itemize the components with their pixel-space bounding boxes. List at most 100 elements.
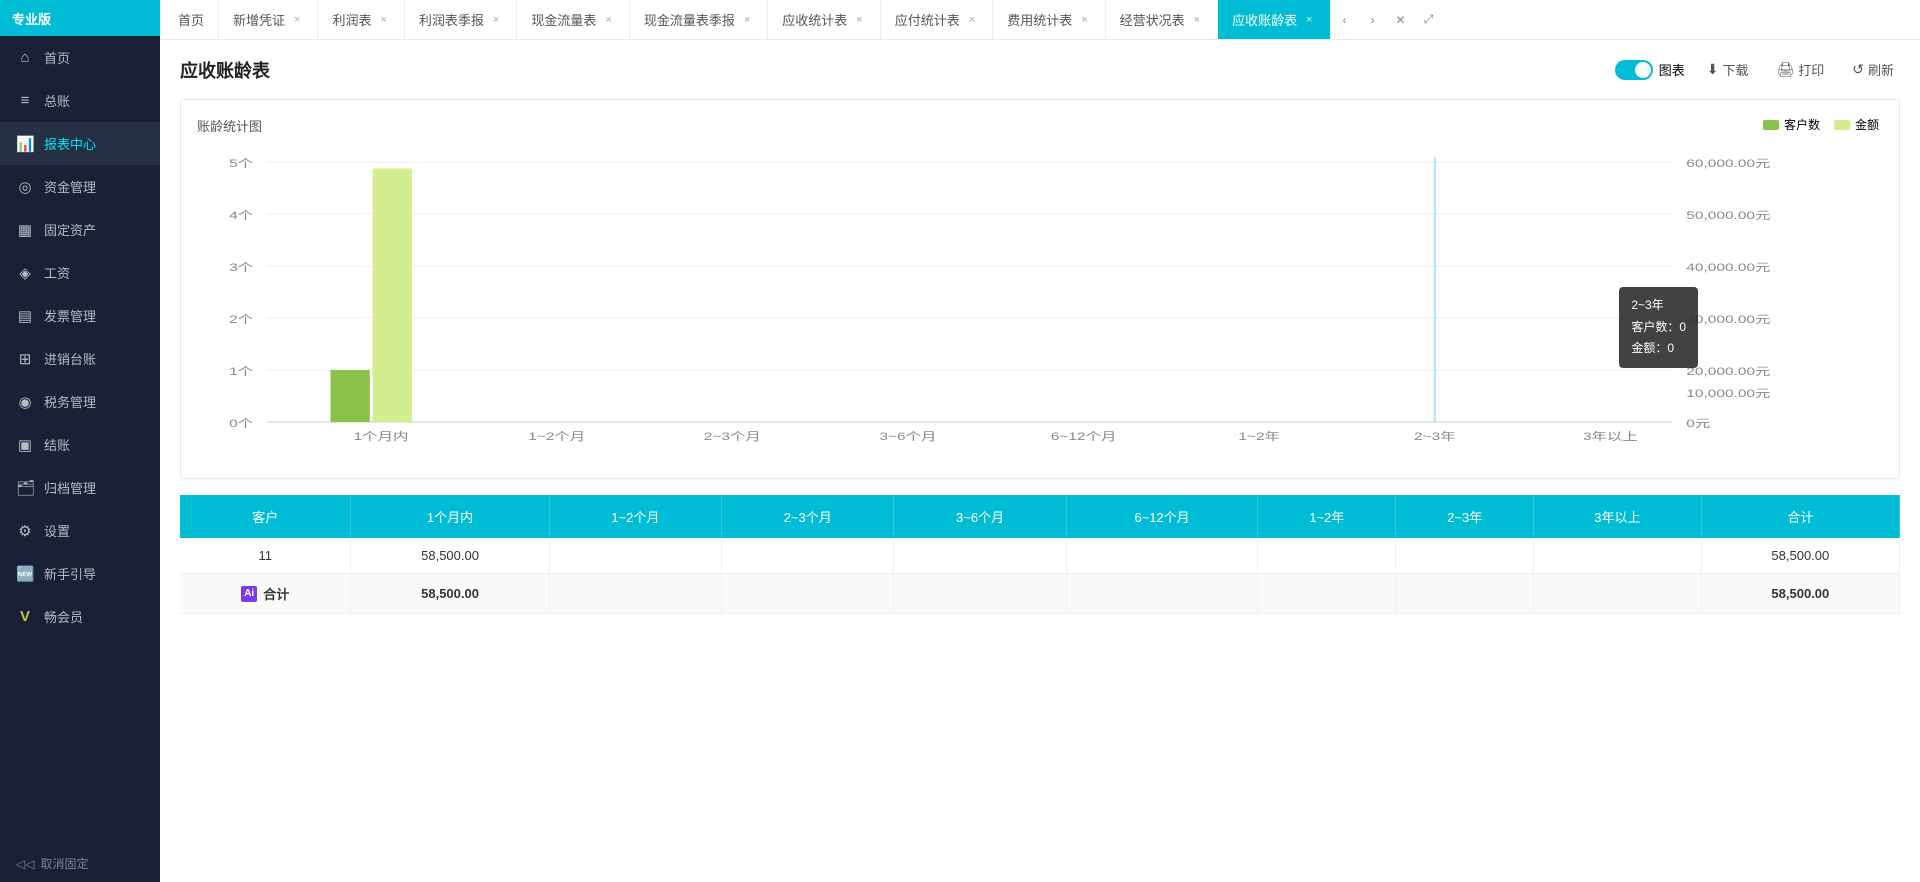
cell-m612 (1066, 538, 1258, 574)
total-icon-label: Ai (244, 588, 254, 599)
tab-profit[interactable]: 利润表 × (318, 0, 404, 39)
tab-receivable-aging[interactable]: 应收账龄表 × (1218, 0, 1330, 39)
print-button[interactable]: 🖨 打印 (1770, 56, 1830, 83)
sidebar-item-reports[interactable]: 📊 报表中心 (0, 122, 160, 165)
sidebar-item-guide-label: 新手引导 (44, 564, 96, 583)
total-text: 合计 (263, 584, 289, 603)
col-m612: 6~12个月 (1066, 495, 1258, 538)
tab-scroll-left[interactable]: ‹ (1331, 0, 1359, 39)
svg-text:2~3年: 2~3年 (1414, 430, 1456, 442)
sidebar-item-ledger[interactable]: ≡ 总账 (0, 79, 160, 122)
sidebar-unpin-button[interactable]: ◁◁ 取消固定 (0, 845, 160, 882)
chart-toggle-label: 图表 (1659, 60, 1685, 79)
tab-receivable-aging-close[interactable]: × (1303, 13, 1315, 27)
unpin-icon: ◁◁ (16, 857, 34, 871)
tab-profit-label: 利润表 (332, 10, 371, 29)
tab-cashflow-quarterly[interactable]: 现金流量表季报 × (630, 0, 768, 39)
tab-cashflow-quarterly-label: 现金流量表季报 (644, 10, 735, 29)
total-m12 (549, 574, 721, 614)
svg-text:6~12个月: 6~12个月 (1051, 430, 1117, 442)
svg-text:5个: 5个 (229, 157, 253, 169)
sidebar-item-invoice[interactable]: ▤ 发票管理 (0, 294, 160, 337)
tab-cashflow-quarterly-close[interactable]: × (741, 13, 753, 27)
tab-cashflow-close[interactable]: × (602, 13, 614, 27)
page-inner: 应收账龄表 图表 ⬇ 下载 🖨 打印 (160, 40, 1920, 882)
member-icon: V (16, 608, 34, 625)
tab-voucher-label: 新增凭证 (233, 10, 285, 29)
sidebar-item-salary[interactable]: ◈ 工资 (0, 251, 160, 294)
sidebar-item-sales[interactable]: ⊞ 进销台账 (0, 337, 160, 380)
tab-cashflow-label: 现金流量表 (531, 10, 596, 29)
tab-profit-quarterly-close[interactable]: × (490, 13, 502, 27)
col-m23: 2~3个月 (722, 495, 894, 538)
sidebar-item-guide[interactable]: 🆕 新手引导 (0, 552, 160, 595)
svg-text:1个月内: 1个月内 (354, 430, 409, 442)
sidebar-item-member[interactable]: V 畅会员 (0, 595, 160, 638)
tab-business-status[interactable]: 经营状况表 × (1106, 0, 1218, 39)
refresh-button[interactable]: ↺ 刷新 (1846, 56, 1900, 83)
tab-cashflow[interactable]: 现金流量表 × (517, 0, 629, 39)
svg-text:30,000.00元: 30,000.00元 (1686, 313, 1770, 325)
tab-voucher-close[interactable]: × (291, 13, 303, 27)
print-icon: 🖨 (1776, 61, 1794, 78)
cell-customer: 11 (180, 538, 351, 574)
tab-home[interactable]: 首页 (164, 0, 219, 39)
reports-icon: 📊 (16, 135, 34, 153)
svg-text:0个: 0个 (229, 417, 253, 429)
svg-text:50,000.00元: 50,000.00元 (1686, 209, 1770, 221)
table-header-row: 客户 1个月内 1~2个月 2~3个月 3~6个月 6~12个月 1~2年 2~… (180, 495, 1900, 538)
toggle-track[interactable] (1615, 60, 1653, 80)
total-label-wrapper: Ai 合计 (188, 584, 342, 603)
tab-payable-stats-close[interactable]: × (966, 13, 978, 27)
col-m36: 3~6个月 (894, 495, 1066, 538)
cell-total: 58,500.00 (1701, 538, 1899, 574)
tab-scroll-right[interactable]: › (1359, 0, 1387, 39)
svg-text:1~2个月: 1~2个月 (528, 430, 585, 442)
sidebar-item-ledger-label: 总账 (44, 91, 70, 110)
tab-profit-quarterly[interactable]: 利润表季报 × (405, 0, 517, 39)
tab-business-status-close[interactable]: × (1191, 13, 1203, 27)
tab-maximize[interactable]: ⤢ (1415, 0, 1443, 39)
sidebar-item-salary-label: 工资 (44, 263, 70, 282)
tab-profit-quarterly-label: 利润表季报 (419, 10, 484, 29)
sidebar-item-closing-label: 结账 (44, 435, 70, 454)
chart-title: 账龄统计图 (197, 116, 1883, 135)
print-label: 打印 (1798, 60, 1824, 79)
col-customer: 客户 (180, 495, 351, 538)
cell-y12 (1258, 538, 1396, 574)
tab-payable-stats[interactable]: 应付统计表 × (881, 0, 993, 39)
bar-customer-m1 (330, 370, 369, 422)
invoice-icon: ▤ (16, 307, 34, 325)
total-y23 (1396, 574, 1534, 614)
sidebar-item-home-label: 首页 (44, 48, 70, 67)
svg-text:2个: 2个 (229, 313, 253, 325)
download-button[interactable]: ⬇ 下载 (1701, 56, 1755, 83)
sidebar-item-funds[interactable]: ◎ 资金管理 (0, 165, 160, 208)
sidebar-item-archive[interactable]: 🗂 归档管理 (0, 466, 160, 509)
legend-customer-color (1763, 120, 1779, 130)
col-m1: 1个月内 (351, 495, 549, 538)
cell-y3plus (1534, 538, 1702, 574)
tab-receivable-stats[interactable]: 应收统计表 × (768, 0, 880, 39)
settings-icon: ⚙ (16, 522, 34, 540)
tab-voucher[interactable]: 新增凭证 × (219, 0, 318, 39)
tab-profit-close[interactable]: × (377, 13, 389, 27)
sidebar-item-tax[interactable]: ◉ 税务管理 (0, 380, 160, 423)
cell-m23 (722, 538, 894, 574)
sidebar-item-assets[interactable]: ▦ 固定资产 (0, 208, 160, 251)
ledger-icon: ≡ (16, 92, 34, 109)
sidebar-item-settings[interactable]: ⚙ 设置 (0, 509, 160, 552)
sidebar-item-home[interactable]: ⌂ 首页 (0, 36, 160, 79)
archive-icon: 🗂 (16, 479, 34, 497)
sidebar-item-closing[interactable]: ▣ 结账 (0, 423, 160, 466)
col-total: 合计 (1701, 495, 1899, 538)
tax-icon: ◉ (16, 393, 34, 411)
chart-toggle[interactable]: 图表 (1615, 60, 1685, 80)
tab-expense-stats[interactable]: 费用统计表 × (993, 0, 1105, 39)
assets-icon: ▦ (16, 221, 34, 239)
sidebar-item-reports-label: 报表中心 (44, 134, 96, 153)
tab-receivable-stats-close[interactable]: × (853, 13, 865, 27)
chart-svg: 5个 4个 3个 2个 1个 0个 60,0 (197, 147, 1883, 457)
tab-expense-stats-close[interactable]: × (1078, 13, 1090, 27)
tab-close-all[interactable]: ✕ (1387, 0, 1415, 39)
